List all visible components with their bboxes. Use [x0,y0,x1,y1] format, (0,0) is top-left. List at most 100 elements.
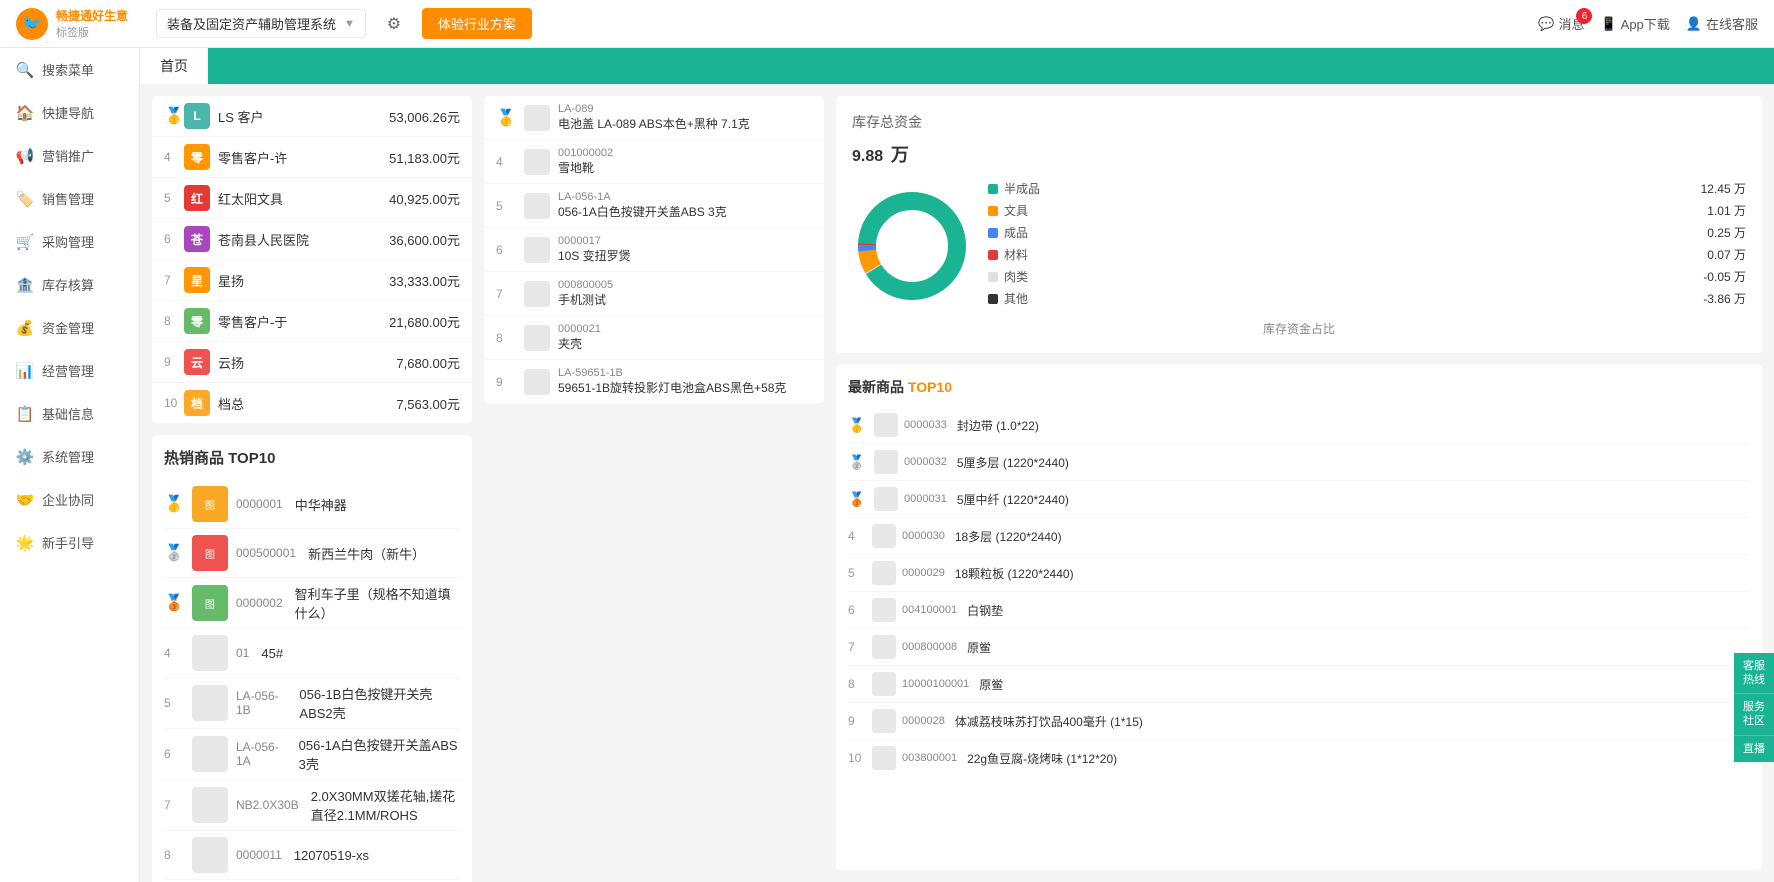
sidebar-purchase-label: 采购管理 [42,232,94,251]
latest-row-5: 5 0000029 18颗粒板 (1220*2440) [848,555,1750,592]
latest-thumb-6 [872,598,896,622]
sidebar-item-sales[interactable]: 🏷️ 销售管理 [0,177,139,220]
customer-service-button[interactable]: 👤 在线客服 [1686,14,1758,33]
sidebar-item-operations[interactable]: 📊 经营管理 [0,349,139,392]
legend-label-4: 材料 [1004,246,1707,263]
inventory-legend: 半成品 12.45 万 文具 1.01 万 成品 0 [988,180,1746,312]
product-name-3: 智利车子里（规格不知道填什么） [295,584,460,622]
legend-dot-1 [988,184,998,194]
sidebar-item-basics[interactable]: 📋 基础信息 [0,392,139,435]
sidebar-item-marketing[interactable]: 📢 营销推广 [0,134,139,177]
basics-icon: 📋 [16,405,34,423]
purchase-icon: 🛒 [16,233,34,251]
sales-rank-3: 5 [496,199,516,213]
trial-button[interactable]: 体验行业方案 [422,8,532,39]
operations-icon: 📊 [16,362,34,380]
latest-code-4: 0000030 [902,530,945,542]
sales-thumb-2 [524,149,550,175]
sales-thumb-7 [524,369,550,395]
top-bar: 🐦 畅捷通好生意 标签版 装备及固定资产辅助管理系统 ▼ ⚙ 体验行业方案 💬 … [0,0,1774,48]
tab-home[interactable]: 首页 [140,48,208,84]
inventory-icon: 🏦 [16,276,34,294]
logo-text: 畅捷通好生意 标签版 [56,7,128,40]
customer-amount-2: 51,183.00元 [389,148,460,167]
legend-dot-5 [988,272,998,282]
latest-thumb-5 [872,561,896,585]
message-button[interactable]: 💬 消息 6 [1538,14,1584,33]
sales-info-6: 0000021 夹壳 [558,323,812,352]
sales-code-7: LA-59651-1B [558,367,812,379]
donut-svg [852,186,972,306]
product-thumb-8 [192,837,228,873]
sidebar-item-system[interactable]: ⚙️ 系统管理 [0,435,139,478]
float-btn-live[interactable]: 直播 [1734,736,1774,762]
latest-name-1: 封边带 (1.0*22) [957,417,1039,434]
legend-dot-3 [988,228,998,238]
product-medal-3: 🥉 [164,593,184,613]
legend-dot-6 [988,294,998,304]
rank-number-4: 6 [164,232,184,246]
latest-name-7: 原鲎 [967,639,991,656]
product-name-8: 12070519-xs [294,848,369,863]
latest-name-4: 18多层 (1220*2440) [955,528,1062,545]
sales-code-5: 000800005 [558,279,812,291]
sidebar-inventory-label: 库存核算 [42,275,94,294]
latest-medal-1: 🥇 [848,417,868,434]
inventory-panel: 库存总资金 9.88 万 [836,96,1762,353]
customer-name-5: 星扬 [218,271,389,290]
latest-code-3: 0000031 [904,493,947,505]
latest-thumb-4 [872,524,896,548]
finance-icon: 💰 [16,319,34,337]
product-row-5: 5 LA-056-1B 056-1B白色按键开关壳ABS2壳 [164,678,460,729]
sales-name-6: 夹壳 [558,335,812,352]
product-code-5: LA-056-1B [236,689,287,717]
latest-name-2: 5厘多层 (1220*2440) [957,454,1069,471]
nav-tabs: 首页 [140,48,1774,84]
product-rank-7: 7 [164,798,184,812]
sidebar-item-search[interactable]: 🔍 搜索菜单 [0,48,139,91]
latest-name-5: 18颗粒板 (1220*2440) [955,565,1074,582]
legend-label-6: 其他 [1004,290,1703,307]
latest-code-8: 10000100001 [902,678,969,690]
system-title: 装备及固定资产辅助管理系统 [167,14,336,33]
legend-dot-4 [988,250,998,260]
sidebar-item-purchase[interactable]: 🛒 采购管理 [0,220,139,263]
hot-products-panel: 热销商品 TOP10 🥇 图 0000001 中华神器 🥈 图 [152,435,472,882]
sidebar-search-label: 搜索菜单 [42,60,94,79]
float-btn-service[interactable]: 客服热线 [1734,653,1774,695]
rank-number-7: 9 [164,355,184,369]
legend-label-3: 成品 [1004,224,1707,241]
product-name-4: 45# [261,646,283,661]
legend-value-6: -3.86 万 [1703,290,1746,307]
inventory-value: 9.88 [852,148,883,165]
collab-icon: 🤝 [16,491,34,509]
logo-icon: 🐦 [16,8,48,40]
product-medal-2: 🥈 [164,543,184,563]
sales-info-1: LA-089 电池盖 LA-089 ABS本色+黑种 7.1克 [558,103,812,132]
sidebar-item-guide[interactable]: 🌟 新手引导 [0,521,139,564]
customer-amount-4: 36,600.00元 [389,230,460,249]
legend-value-2: 1.01 万 [1707,202,1746,219]
settings-button[interactable]: ⚙ [378,8,410,40]
app-download-button[interactable]: 📱 App下载 [1600,14,1669,33]
main-layout: 🔍 搜索菜单 🏠 快捷导航 📢 营销推广 🏷️ 销售管理 🛒 采购管理 🏦 库存… [0,48,1774,882]
latest-rank-7: 7 [848,640,866,654]
sidebar-item-nav[interactable]: 🏠 快捷导航 [0,91,139,134]
legend-label-5: 肉类 [1004,268,1703,285]
latest-name-6: 白钢垫 [967,602,1003,619]
sidebar-item-collab[interactable]: 🤝 企业协同 [0,478,139,521]
sidebar-item-finance[interactable]: 💰 资金管理 [0,306,139,349]
float-btn-community[interactable]: 服务社区 [1734,694,1774,736]
legend-value-4: 0.07 万 [1707,246,1746,263]
sidebar-item-inventory[interactable]: 🏦 库存核算 [0,263,139,306]
sales-row-5: 7 000800005 手机测试 [484,272,824,316]
system-selector[interactable]: 装备及固定资产辅助管理系统 ▼ [156,9,366,38]
latest-rank-5: 5 [848,566,866,580]
message-badge: 6 [1576,8,1592,24]
customer-amount-5: 33,333.00元 [389,271,460,290]
sales-code-1: LA-089 [558,103,812,115]
sales-info-3: LA-056-1A 056-1A白色按键开关盖ABS 3克 [558,191,812,220]
sales-icon: 🏷️ [16,190,34,208]
top-bar-right: 💬 消息 6 📱 App下载 👤 在线客服 [1538,14,1758,33]
latest-top-label: TOP10 [908,379,952,395]
